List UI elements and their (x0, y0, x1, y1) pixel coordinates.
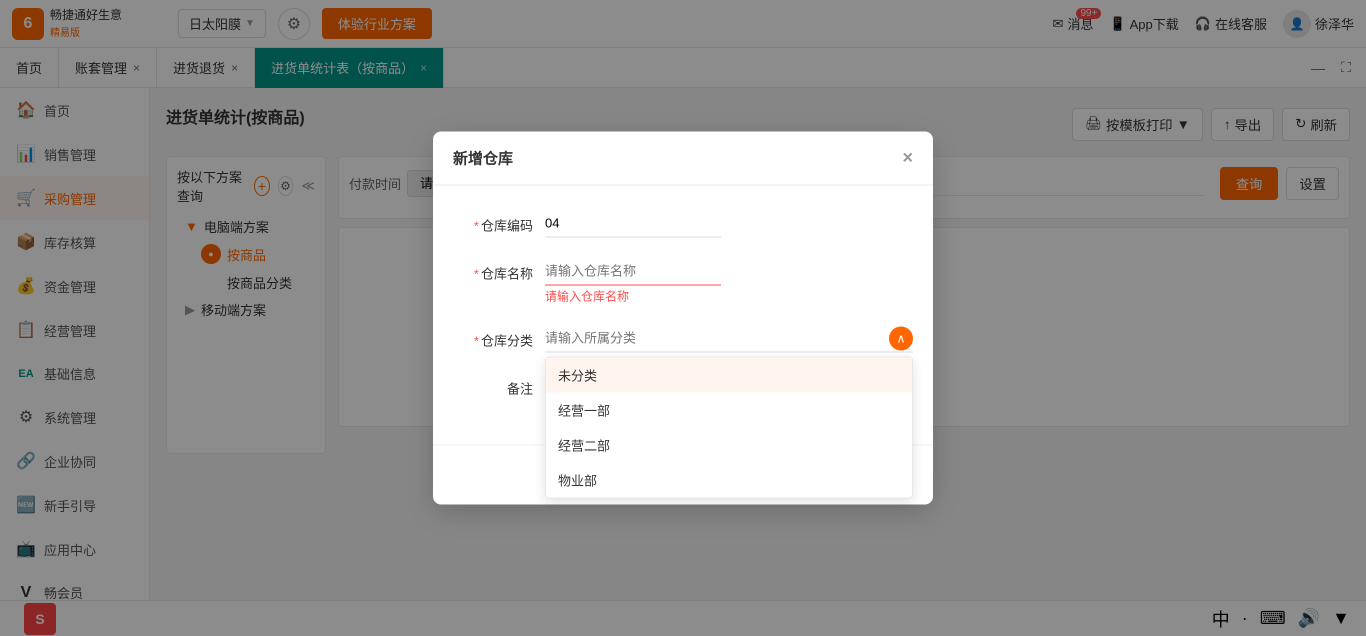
category-label: *仓库分类 (453, 325, 533, 350)
category-dropdown: 未分类 经营一部 经营二部 物业部 (545, 357, 913, 499)
notes-label: 备注 (453, 373, 533, 398)
dropdown-item-dept2[interactable]: 经营二部 (546, 428, 912, 463)
form-row-code: *仓库编码 (453, 210, 913, 238)
name-input[interactable] (545, 258, 721, 286)
modal-body: *仓库编码 *仓库名称 请输入仓库名称 *仓库分类 ∧ (433, 186, 933, 445)
dropdown-item-uncategorized[interactable]: 未分类 (546, 358, 912, 393)
form-row-category: *仓库分类 ∧ 未分类 经营一部 经营二部 物业部 (453, 325, 913, 353)
new-warehouse-modal: 新增仓库 × *仓库编码 *仓库名称 请输入仓库名称 *仓库分类 (433, 132, 933, 505)
modal-header: 新增仓库 × (433, 132, 933, 186)
name-error-msg: 请输入仓库名称 (545, 288, 913, 305)
code-label: *仓库编码 (453, 210, 533, 235)
code-input[interactable] (545, 210, 721, 238)
category-input[interactable] (545, 325, 913, 353)
dropdown-item-dept1[interactable]: 经营一部 (546, 393, 912, 428)
category-field-wrap: ∧ 未分类 经营一部 经营二部 物业部 (545, 325, 913, 353)
category-select-wrap: ∧ (545, 325, 913, 353)
form-row-name: *仓库名称 请输入仓库名称 (453, 258, 913, 305)
name-label: *仓库名称 (453, 258, 533, 283)
category-dropdown-toggle[interactable]: ∧ (889, 327, 913, 351)
modal-close-button[interactable]: × (902, 148, 913, 169)
dropdown-item-dept3[interactable]: 物业部 (546, 463, 912, 498)
code-field-wrap (545, 210, 913, 238)
name-field-wrap: 请输入仓库名称 (545, 258, 913, 305)
modal-title: 新增仓库 (453, 148, 513, 169)
